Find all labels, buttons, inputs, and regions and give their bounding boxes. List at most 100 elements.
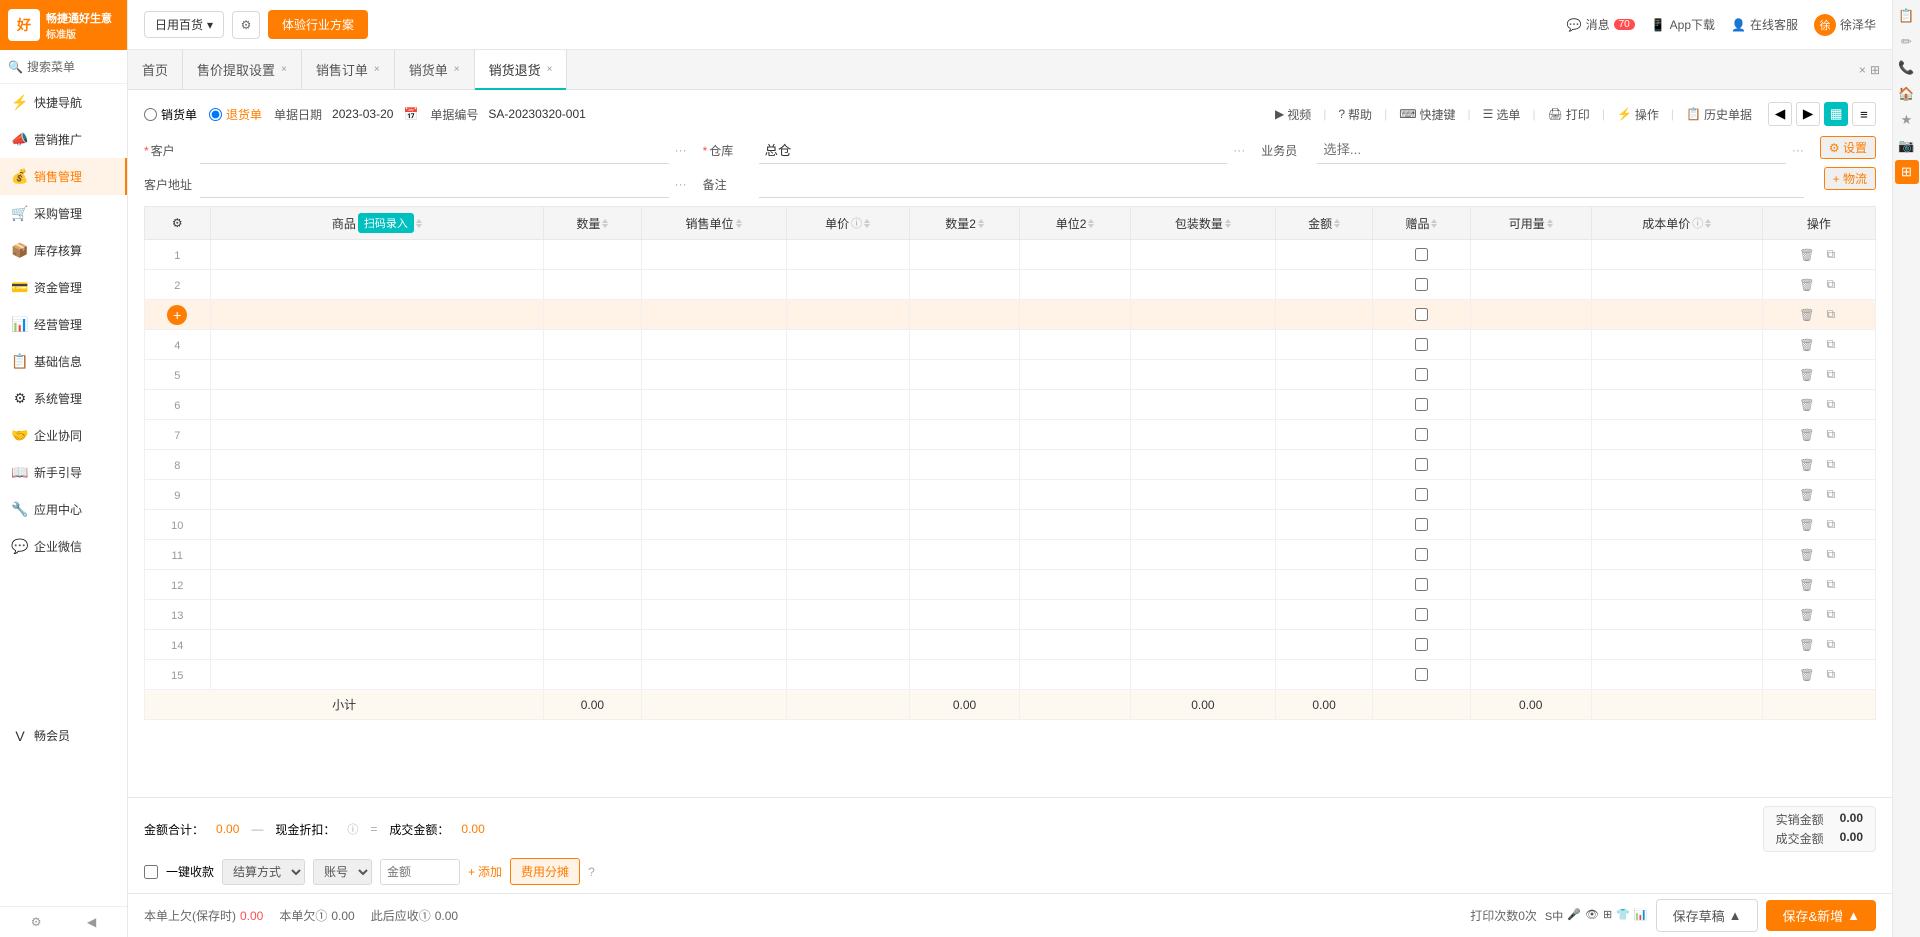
trial-button[interactable]: 体验行业方案 (268, 10, 368, 39)
cost-cell-1[interactable] (1591, 240, 1762, 270)
sidebar-item-system[interactable]: ⚙ 系统管理 (0, 380, 127, 417)
delete-icon-8[interactable]: 🗑 (1797, 455, 1817, 475)
tab-home[interactable]: 首页 (128, 50, 183, 90)
online-service-button[interactable]: 👤 在线客服 (1731, 16, 1798, 33)
tab-sales-return[interactable]: 销货退货 × (475, 50, 568, 90)
avail-cell-1[interactable] (1470, 240, 1591, 270)
grid-view-button[interactable]: ▦ (1824, 102, 1848, 126)
gift-cb-5[interactable] (1415, 368, 1428, 381)
new-product-cell[interactable] (210, 300, 544, 330)
scan-input-button[interactable]: 扫码录入 (358, 213, 414, 233)
new-gift-cell[interactable] (1373, 300, 1470, 330)
gift-cb-6[interactable] (1415, 398, 1428, 411)
new-cost-cell[interactable] (1591, 300, 1762, 330)
radio-return[interactable] (209, 108, 222, 121)
one-click-payment-checkbox[interactable] (144, 865, 158, 879)
copy-icon-13[interactable]: ⧉ (1821, 605, 1841, 625)
add-row-btn-cell[interactable]: + (145, 300, 211, 330)
tab-sales-return-close[interactable]: × (547, 64, 553, 75)
copy-icon-7[interactable]: ⧉ (1821, 425, 1841, 445)
copy-icon-5[interactable]: ⧉ (1821, 365, 1841, 385)
new-unit-cell[interactable] (641, 300, 786, 330)
unit-cell-1[interactable] (641, 240, 786, 270)
print-button[interactable]: 🖨 打印 (1548, 106, 1590, 123)
delete-icon-12[interactable]: 🗑 (1797, 575, 1817, 595)
delete-icon-1[interactable]: 🗑 (1797, 245, 1817, 265)
copy-icon-10[interactable]: ⧉ (1821, 515, 1841, 535)
app-download-button[interactable]: 📱 App下载 (1651, 16, 1715, 33)
new-unit2-cell[interactable] (1020, 300, 1131, 330)
new-avail-cell[interactable] (1470, 300, 1591, 330)
customer-more[interactable]: ··· (675, 143, 687, 157)
unit-cell-2[interactable] (641, 270, 786, 300)
avail-cell-2[interactable] (1470, 270, 1591, 300)
gift-cb-9[interactable] (1415, 488, 1428, 501)
unit2-cell-2[interactable] (1020, 270, 1131, 300)
search-menu-item[interactable]: 🔍 搜索菜单 (0, 50, 127, 84)
s-icon[interactable]: S中 (1545, 908, 1563, 924)
right-panel-camera[interactable]: 📷 (1895, 134, 1919, 158)
tab-close-all[interactable]: × ⊞ (1847, 63, 1892, 77)
right-panel-note[interactable]: 📋 (1895, 4, 1919, 28)
qty-cell-2[interactable] (544, 270, 641, 300)
save-new-button[interactable]: 保存&新增 ▲ (1766, 900, 1876, 931)
new-amount-cell[interactable] (1275, 300, 1372, 330)
delete-icon-4[interactable]: 🗑 (1797, 335, 1817, 355)
gift-checkbox-2[interactable] (1415, 278, 1428, 291)
price-cell-2[interactable] (786, 270, 909, 300)
sidebar-item-finance[interactable]: 💳 资金管理 (0, 269, 127, 306)
message-button[interactable]: 💬 消息 70 (1567, 16, 1635, 33)
add-row-button[interactable]: + (167, 305, 187, 325)
payment-amount-input[interactable] (380, 859, 460, 885)
salesperson-input[interactable] (1317, 136, 1786, 164)
delete-icon-10[interactable]: 🗑 (1797, 515, 1817, 535)
delete-icon-11[interactable]: 🗑 (1797, 545, 1817, 565)
next-button[interactable]: ▶ (1796, 102, 1820, 126)
gift-cb-14[interactable] (1415, 638, 1428, 651)
tab-sales[interactable]: 销货单 × (395, 50, 475, 90)
prev-button[interactable]: ◀ (1768, 102, 1792, 126)
copy-icon-1[interactable]: ⧉ (1821, 245, 1841, 265)
new-price-cell[interactable] (786, 300, 909, 330)
amount-cell-2[interactable] (1275, 270, 1372, 300)
delete-icon-5[interactable]: 🗑 (1797, 365, 1817, 385)
save-draft-button[interactable]: 保存草稿 ▲ (1656, 899, 1759, 932)
settlement-select[interactable]: 结算方式 (222, 859, 305, 885)
new-gift-checkbox[interactable] (1415, 308, 1428, 321)
select-doc-button[interactable]: ☰ 选单 (1483, 106, 1521, 123)
delete-icon-6[interactable]: 🗑 (1797, 395, 1817, 415)
gift-cb-4[interactable] (1415, 338, 1428, 351)
amount-cell-1[interactable] (1275, 240, 1372, 270)
collapse-icon[interactable]: ◀ (87, 915, 96, 929)
fee-split-button[interactable]: 费用分摊 (510, 858, 580, 885)
tab-sales-close[interactable]: × (454, 64, 460, 75)
delete-icon-14[interactable]: 🗑 (1797, 635, 1817, 655)
product-cell-1[interactable] (210, 240, 544, 270)
table-icon[interactable]: ⊞ (1603, 908, 1612, 924)
settings-button[interactable]: ⚙ 设置 (1820, 136, 1876, 159)
right-panel-home[interactable]: 🏠 (1895, 82, 1919, 106)
right-panel-edit[interactable]: ✏ (1895, 30, 1919, 54)
delete-icon-15[interactable]: 🗑 (1797, 665, 1817, 685)
calendar-icon[interactable]: 📅 (403, 107, 418, 121)
tab-sales-order[interactable]: 销售订单 × (302, 50, 395, 90)
gift-cb-13[interactable] (1415, 608, 1428, 621)
sidebar-item-member[interactable]: V 畅会员 (0, 717, 127, 754)
sidebar-item-purchase[interactable]: 🛒 采购管理 (0, 195, 127, 232)
operations-button[interactable]: ⚡ 操作 (1617, 106, 1659, 123)
settings-bottom-icon[interactable]: ⚙ (31, 915, 42, 929)
price-cell-1[interactable] (786, 240, 909, 270)
copy-icon-11[interactable]: ⧉ (1821, 545, 1841, 565)
logistics-button[interactable]: + 物流 (1824, 167, 1876, 190)
pkg-cell-1[interactable] (1130, 240, 1275, 270)
sidebar-item-apps[interactable]: 🔧 应用中心 (0, 491, 127, 528)
sidebar-item-inventory[interactable]: 📦 库存核算 (0, 232, 127, 269)
customer-input[interactable] (200, 136, 669, 164)
sidebar-item-collab[interactable]: 🤝 企业协同 (0, 417, 127, 454)
add-payment-button[interactable]: + 添加 (468, 863, 502, 880)
qty2-cell-2[interactable] (909, 270, 1020, 300)
pkg-cell-2[interactable] (1130, 270, 1275, 300)
delete-icon-7[interactable]: 🗑 (1797, 425, 1817, 445)
copy-icon-14[interactable]: ⧉ (1821, 635, 1841, 655)
gift-cb-11[interactable] (1415, 548, 1428, 561)
